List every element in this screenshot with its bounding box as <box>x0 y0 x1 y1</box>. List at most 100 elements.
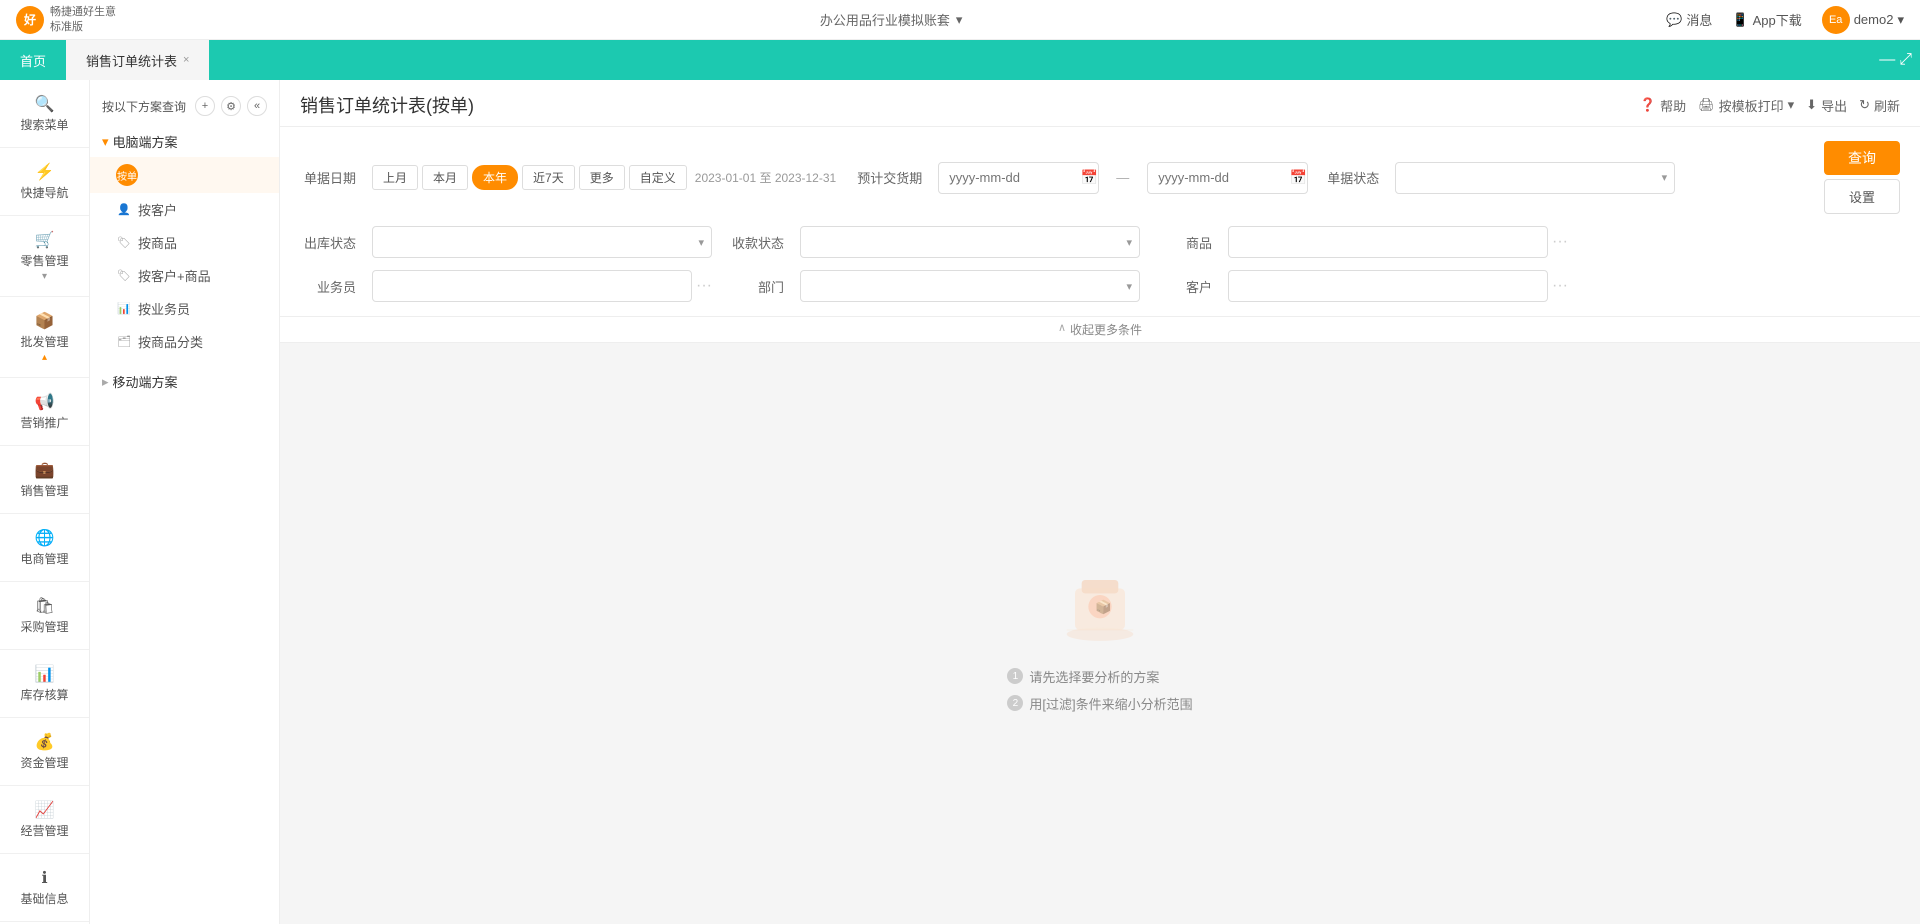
salesperson-input[interactable] <box>372 270 692 302</box>
empty-illustration: 📦 <box>1050 555 1150 655</box>
date-btn-custom[interactable]: 自定义 <box>629 165 687 190</box>
tab-close-icon[interactable]: × <box>183 54 189 66</box>
page-title-bar: 销售订单统计表(按单) ❓ 帮助 🖨 按模板打印 ▾ ⬇ 导出 ↻ 刷新 <box>280 80 1920 127</box>
app-download-btn[interactable]: 📱 App下载 <box>1732 10 1801 29</box>
shipment-select[interactable] <box>372 226 712 258</box>
tree-expand-icon: ▾ <box>102 134 109 150</box>
tab-sales-order[interactable]: 销售订单统计表 × <box>66 40 209 80</box>
main-layout: 🔍 搜索菜单 ⚡ 快捷导航 🛒 零售管理 ▾ 📦 批发管理 ▴ 📢 营销推广 💼… <box>0 80 1920 924</box>
tip-num-1: 1 <box>1007 668 1023 684</box>
goods-more-icon[interactable]: ··· <box>1552 233 1568 251</box>
department-select-wrapper: ▾ <box>800 270 1140 302</box>
tree-item-by-salesperson[interactable]: 📊 按业务员 <box>90 292 279 325</box>
wholesale-icon: 📦 <box>35 311 55 331</box>
filter-row-3: 业务员 ··· 部门 ▾ 客户 ··· <box>300 270 1900 302</box>
sidebar-item-marketing[interactable]: 📢 营销推广 <box>0 378 89 446</box>
finance-icon: 💰 <box>35 732 55 752</box>
logo-icon: 好 <box>16 6 44 34</box>
delivery-date-to-wrapper: 📅 <box>1147 162 1307 194</box>
filter-row-2: 出库状态 ▾ 收款状态 ▾ 商品 ··· <box>300 226 1900 258</box>
inventory-icon: 📊 <box>35 664 55 684</box>
sidebar-item-wholesale[interactable]: 📦 批发管理 ▴ <box>0 297 89 378</box>
collapse-icon: ∧ <box>1058 321 1066 338</box>
goods-input[interactable] <box>1228 226 1548 258</box>
operations-icon: 📈 <box>35 800 55 820</box>
workspace-selector[interactable]: 办公用品行业模拟账套 ▾ <box>820 10 963 29</box>
nav-tabs: 首页 销售订单统计表 × — ⤢ <box>0 40 1920 80</box>
status-label: 单据状态 <box>1323 168 1379 187</box>
tree-mobile: ▸ 移动端方案 <box>90 362 279 401</box>
marketing-icon: 📢 <box>35 392 55 412</box>
help-btn[interactable]: ❓ 帮助 <box>1640 96 1686 115</box>
top-bar-left: 好 畅捷通好生意 标准版 <box>16 5 116 34</box>
date-btn-last-month[interactable]: 上月 <box>372 165 418 190</box>
date-btn-this-month[interactable]: 本月 <box>422 165 468 190</box>
export-btn[interactable]: ⬇ 导出 <box>1806 96 1847 115</box>
status-select[interactable] <box>1395 162 1675 194</box>
tree-parent-desktop[interactable]: ▾ 电脑端方案 <box>90 126 279 157</box>
delivery-date-from[interactable] <box>938 162 1099 194</box>
sidebar-item-sales[interactable]: 💼 销售管理 <box>0 446 89 514</box>
left-panel: 按以下方案查询 + ⚙ « ▾ 电脑端方案 按单 👤 按客户 🏷 按商品 <box>90 80 280 924</box>
delivery-date-to[interactable] <box>1147 162 1308 194</box>
message-btn[interactable]: 💬 消息 <box>1666 10 1712 29</box>
tree-item-by-order[interactable]: 按单 <box>90 157 279 193</box>
date-btn-this-year[interactable]: 本年 <box>472 165 518 190</box>
sidebar-item-search[interactable]: 🔍 搜索菜单 <box>0 80 89 148</box>
customer-label: 客户 <box>1156 277 1212 296</box>
panel-collapse-btn[interactable]: « <box>247 96 267 116</box>
refresh-btn[interactable]: ↻ 刷新 <box>1859 96 1900 115</box>
receipt-status-label: 收款状态 <box>728 233 784 252</box>
sidebar-item-ecommerce[interactable]: 🌐 电商管理 <box>0 514 89 582</box>
goods-label: 商品 <box>1156 233 1212 252</box>
tree-item-by-customer-goods[interactable]: 🏷 按客户+商品 <box>90 259 279 292</box>
export-icon: ⬇ <box>1806 97 1817 113</box>
basic-icon: ℹ <box>41 868 47 888</box>
print-dropdown-icon: ▾ <box>1788 97 1795 113</box>
collapse-bar[interactable]: ∧ 收起更多条件 <box>280 317 1920 343</box>
department-select[interactable] <box>800 270 1140 302</box>
retail-icon: 🛒 <box>35 230 55 250</box>
customer-input[interactable] <box>1228 270 1548 302</box>
empty-tip-1: 1 请先选择要分析的方案 <box>1007 667 1192 686</box>
customer-more-icon[interactable]: ··· <box>1552 277 1568 295</box>
tree-item-by-customer[interactable]: 👤 按客户 <box>90 193 279 226</box>
tab-home[interactable]: 首页 <box>0 40 66 80</box>
receipt-select[interactable] <box>800 226 1140 258</box>
sidebar-item-inventory[interactable]: 📊 库存核算 <box>0 650 89 718</box>
tree-item-by-goods[interactable]: 🏷 按商品 <box>90 226 279 259</box>
shipment-select-wrapper: ▾ <box>372 226 712 258</box>
sidebar-item-retail[interactable]: 🛒 零售管理 ▾ <box>0 216 89 297</box>
top-bar: 好 畅捷通好生意 标准版 办公用品行业模拟账套 ▾ 💬 消息 📱 App下载 E… <box>0 0 1920 40</box>
help-icon: ❓ <box>1640 97 1656 113</box>
sidebar-item-finance[interactable]: 💰 资金管理 <box>0 718 89 786</box>
print-btn[interactable]: 🖨 按模板打印 ▾ <box>1698 96 1794 115</box>
date-btn-last7[interactable]: 近7天 <box>522 165 575 190</box>
window-maximize-btn[interactable]: ⤢ <box>1899 51 1912 69</box>
settings-button[interactable]: 设置 <box>1824 179 1900 214</box>
delivery-date-label: 预计交货期 <box>852 168 922 187</box>
sidebar-item-basic[interactable]: ℹ 基础信息 <box>0 854 89 922</box>
user-avatar[interactable]: Ea demo2 ▾ <box>1822 6 1904 34</box>
goods-tree-icon: 🏷 <box>116 235 132 251</box>
refresh-icon: ↻ <box>1859 97 1870 113</box>
customer-goods-tree-icon: 🏷 <box>116 268 132 284</box>
tree-parent-mobile[interactable]: ▸ 移动端方案 <box>90 366 279 397</box>
content-area: 销售订单统计表(按单) ❓ 帮助 🖨 按模板打印 ▾ ⬇ 导出 ↻ 刷新 <box>280 80 1920 924</box>
panel-settings-btn[interactable]: ⚙ <box>221 96 241 116</box>
window-minimize-btn[interactable]: — <box>1879 51 1895 69</box>
query-button[interactable]: 查询 <box>1824 141 1900 175</box>
nav-right-actions: — ⤢ <box>1879 40 1920 80</box>
salesperson-label: 业务员 <box>300 277 356 296</box>
print-icon: 🖨 <box>1698 97 1715 113</box>
sidebar-item-purchase[interactable]: 🛍 采购管理 <box>0 582 89 650</box>
tree-item-by-category[interactable]: 🗂 按商品分类 <box>90 325 279 358</box>
empty-tip-2: 2 用[过滤]条件来缩小分析范围 <box>1007 694 1192 713</box>
download-icon: 📱 <box>1732 12 1748 28</box>
sidebar-item-operations[interactable]: 📈 经营管理 <box>0 786 89 854</box>
date-buttons: 上月 本月 本年 近7天 更多 自定义 2023-01-01 至 2023-12… <box>372 165 836 190</box>
sidebar-item-quick-nav[interactable]: ⚡ 快捷导航 <box>0 148 89 216</box>
panel-add-btn[interactable]: + <box>195 96 215 116</box>
salesperson-more-icon[interactable]: ··· <box>696 277 712 295</box>
date-btn-more[interactable]: 更多 <box>579 165 625 190</box>
